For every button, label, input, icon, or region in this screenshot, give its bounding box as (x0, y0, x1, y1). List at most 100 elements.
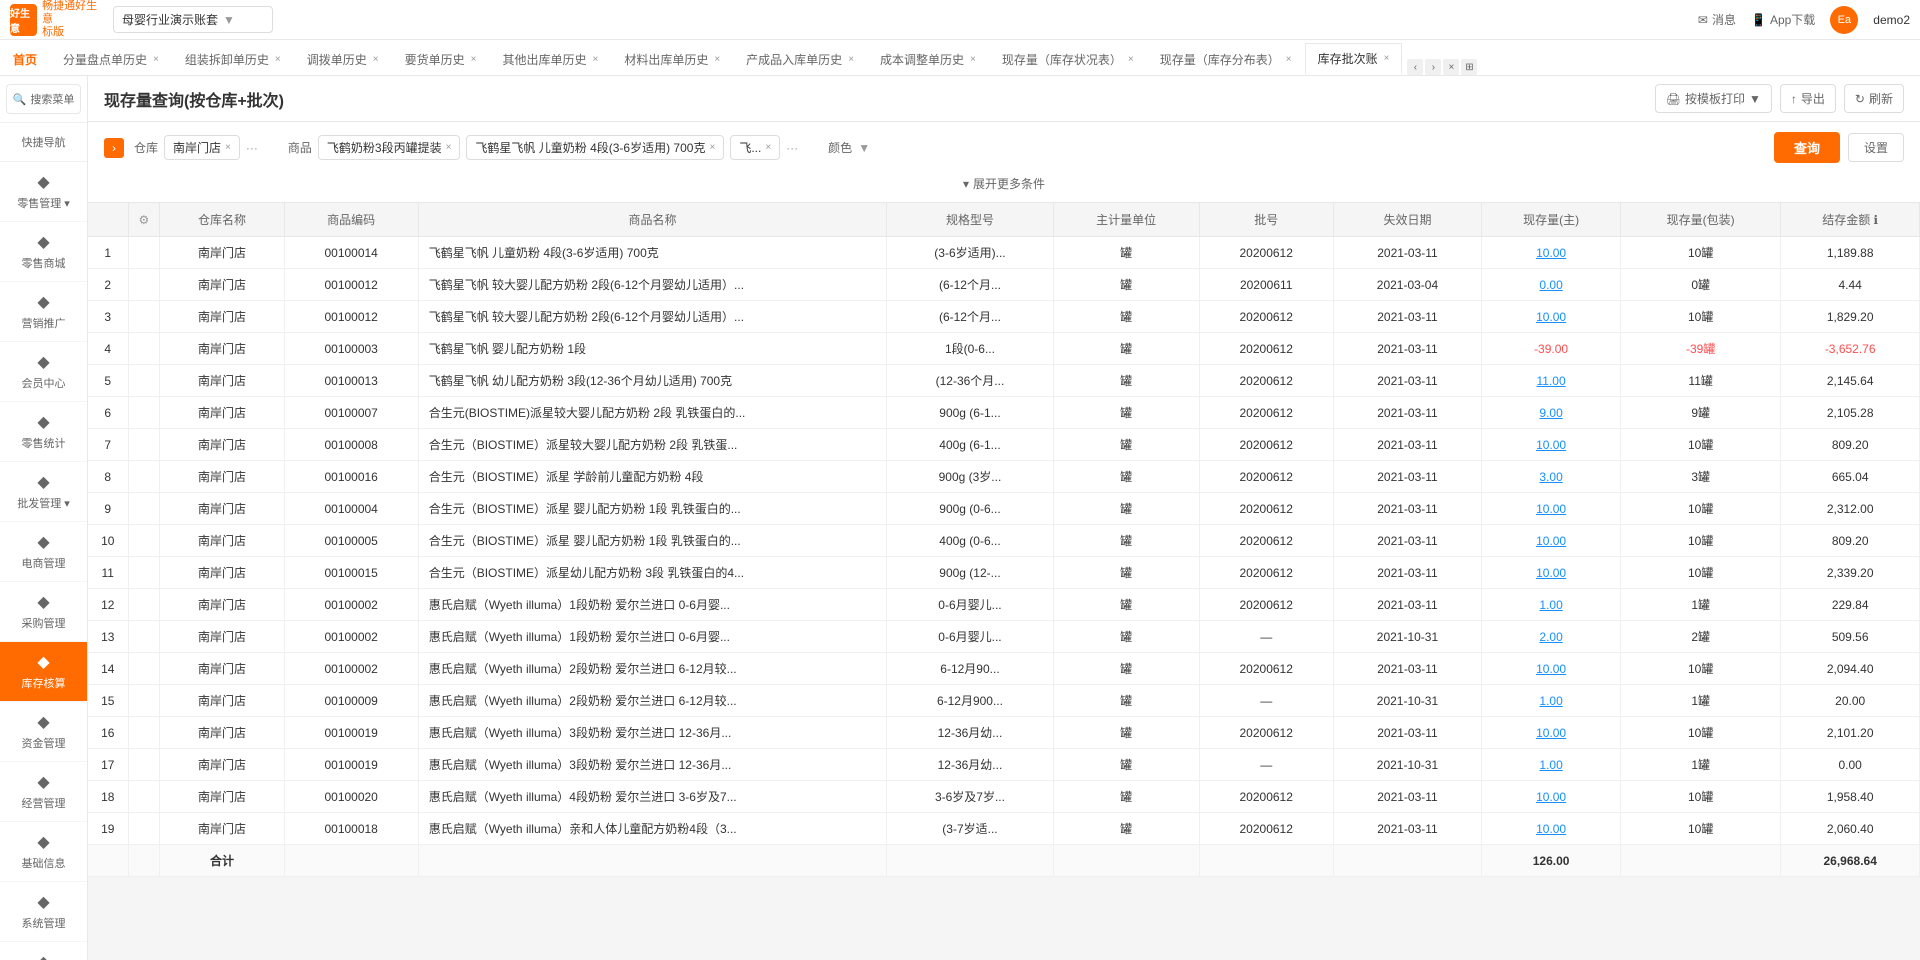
tab-zu[interactable]: 组装拆卸单历史 × (172, 43, 294, 75)
tab-fen[interactable]: 分量盘点单历史 × (50, 43, 172, 75)
settings-btn[interactable]: 设置 (1848, 133, 1904, 162)
cell-stock-main[interactable]: 10.00 (1482, 493, 1621, 525)
color-dropdown-icon[interactable]: ▼ (858, 141, 870, 155)
app-download-btn[interactable]: 📱 App下载 (1751, 11, 1815, 28)
sidebar-item-wholesale[interactable]: ◆批发管理 ▾ (0, 462, 87, 522)
tab-arrow-right[interactable]: › (1425, 59, 1441, 75)
workspace-selector[interactable]: 母婴行业演示账套 ▼ (113, 6, 273, 33)
cell-expire: 2021-03-11 (1333, 461, 1481, 493)
tab-yao[interactable]: 要货单历史 × (392, 43, 490, 75)
goods-tag-2[interactable]: 飞鹤星飞帆 儿童奶粉 4段(3-6岁适用) 700克 × (466, 135, 724, 160)
sidebar-item-stats[interactable]: ◆零售统计 (0, 402, 87, 462)
sidebar-item-system[interactable]: ◆系统管理 (0, 882, 87, 942)
color-filter: 颜色 ▼ (828, 139, 870, 156)
cell-stock-main[interactable]: 10.00 (1482, 813, 1621, 845)
print-btn[interactable]: 🖨 按模板打印 ▼ (1655, 84, 1772, 113)
workspace-label: 母婴行业演示账套 (122, 11, 218, 28)
user-avatar[interactable]: Ea (1830, 6, 1858, 34)
close-icon[interactable]: × (153, 54, 159, 65)
goods-tag-3[interactable]: 飞... × (730, 135, 780, 160)
sidebar-item-inventory[interactable]: ◆库存核算 (0, 642, 87, 702)
goods-more-icon[interactable]: ··· (786, 141, 798, 155)
cell-stock-main[interactable]: 10.00 (1482, 237, 1621, 269)
tab-cailiao[interactable]: 材料出库单历史 × (611, 43, 733, 75)
close-icon[interactable]: × (373, 54, 379, 65)
logo-area: 好生意 畅捷通好生意 标版 (10, 0, 98, 39)
goods-tag-1-remove-icon[interactable]: × (446, 142, 452, 153)
close-icon[interactable]: × (471, 54, 477, 65)
close-icon[interactable]: × (714, 54, 720, 65)
cell-name: 惠氏启赋（Wyeth illuma）2段奶粉 爱尔兰进口 6-12月较... (418, 685, 887, 717)
tab-menu[interactable]: ⊞ (1461, 59, 1477, 75)
goods-tag-2-remove-icon[interactable]: × (709, 142, 715, 153)
sidebar-item-shop[interactable]: ◆零售商城 (0, 222, 87, 282)
tab-xianzai1[interactable]: 现存量（库存状况表） × (989, 43, 1147, 75)
cell-stock-main[interactable]: 1.00 (1482, 589, 1621, 621)
cell-stock-main[interactable]: 10.00 (1482, 525, 1621, 557)
footer-empty-5 (887, 845, 1053, 877)
tab-chengben[interactable]: 成本调整单历史 × (867, 43, 989, 75)
export-btn[interactable]: ↑ 导出 (1780, 84, 1836, 113)
tab-pici[interactable]: 库存批次账 × (1305, 43, 1403, 75)
tab-xianzai2[interactable]: 现存量（库存分布表） × (1147, 43, 1305, 75)
sidebar-item-retail[interactable]: ◆零售管理 ▾ (0, 162, 87, 222)
cell-stock-pkg: 1罐 (1620, 685, 1780, 717)
sidebar-label-purchase: 采购管理 (22, 615, 66, 631)
tab-close-all[interactable]: × (1443, 59, 1459, 75)
expand-filter-btn[interactable]: › (104, 138, 124, 158)
search-menu-btn[interactable]: 🔍 搜索菜单 (6, 84, 81, 114)
cell-code: 00100016 (284, 461, 418, 493)
cell-stock-pkg: 1罐 (1620, 589, 1780, 621)
goods-tag-3-remove-icon[interactable]: × (765, 142, 771, 153)
cell-idx: 5 (88, 365, 128, 397)
goods-tag-1[interactable]: 飞鹤奶粉3段丙罐提装 × (318, 135, 461, 160)
sidebar-item-purchase[interactable]: ◆采购管理 (0, 582, 87, 642)
cell-stock-main[interactable]: 10.00 (1482, 781, 1621, 813)
sidebar-item-corp[interactable]: ◆企业协同 (0, 942, 87, 960)
close-icon[interactable]: × (1384, 53, 1390, 64)
cell-stock-main[interactable]: 10.00 (1482, 429, 1621, 461)
sidebar-item-basic[interactable]: ◆基础信息 (0, 822, 87, 882)
tab-home[interactable]: 首页 (0, 43, 50, 75)
sidebar-item-finance[interactable]: ◆资金管理 (0, 702, 87, 762)
cell-stock-main[interactable]: 1.00 (1482, 685, 1621, 717)
close-icon[interactable]: × (592, 54, 598, 65)
sidebar-item-member[interactable]: ◆会员中心 (0, 342, 87, 402)
close-icon[interactable]: × (848, 54, 854, 65)
cell-stock-pkg: 10罐 (1620, 237, 1780, 269)
cell-stock-main[interactable]: 10.00 (1482, 717, 1621, 749)
quick-nav-btn[interactable]: 快捷导航 (6, 129, 81, 155)
message-btn[interactable]: ✉ 消息 (1698, 11, 1736, 28)
close-icon[interactable]: × (1128, 54, 1134, 65)
close-icon[interactable]: × (275, 54, 281, 65)
close-icon[interactable]: × (1286, 54, 1292, 65)
warehouse-tag-remove-icon[interactable]: × (225, 142, 231, 153)
tab-qita[interactable]: 其他出库单历史 × (489, 43, 611, 75)
search-btn[interactable]: 查询 (1774, 132, 1840, 163)
cell-stock-main[interactable]: 3.00 (1482, 461, 1621, 493)
cell-stock-main[interactable]: 2.00 (1482, 621, 1621, 653)
tab-arrow-left[interactable]: ‹ (1407, 59, 1423, 75)
sidebar-item-marketing[interactable]: ◆营销推广 (0, 282, 87, 342)
close-icon[interactable]: × (970, 54, 976, 65)
cell-stock-pkg: 10罐 (1620, 493, 1780, 525)
cell-stock-main[interactable]: -39.00 (1482, 333, 1621, 365)
warehouse-tag-nanan[interactable]: 南岸门店 × (164, 135, 240, 160)
refresh-btn[interactable]: ↻ 刷新 (1844, 84, 1904, 113)
cell-stock-main[interactable]: 9.00 (1482, 397, 1621, 429)
cell-stock-main[interactable]: 1.00 (1482, 749, 1621, 781)
cell-stock-main[interactable]: 11.00 (1482, 365, 1621, 397)
cell-spec: (6-12个月... (887, 269, 1053, 301)
expand-more-btn[interactable]: ▾ 展开更多条件 (963, 175, 1045, 192)
warehouse-more-icon[interactable]: ··· (246, 141, 258, 155)
cell-stock-main[interactable]: 10.00 (1482, 653, 1621, 685)
tab-tiao[interactable]: 调拨单历史 × (294, 43, 392, 75)
table-setting-icon[interactable]: ⚙ (139, 213, 150, 227)
sidebar-item-mgmt[interactable]: ◆经营管理 (0, 762, 87, 822)
cell-setting (128, 493, 160, 525)
tab-chanpin[interactable]: 产成品入库单历史 × (733, 43, 867, 75)
sidebar-item-ecom[interactable]: ◆电商管理 (0, 522, 87, 582)
cell-stock-main[interactable]: 10.00 (1482, 301, 1621, 333)
cell-stock-main[interactable]: 0.00 (1482, 269, 1621, 301)
cell-stock-main[interactable]: 10.00 (1482, 557, 1621, 589)
